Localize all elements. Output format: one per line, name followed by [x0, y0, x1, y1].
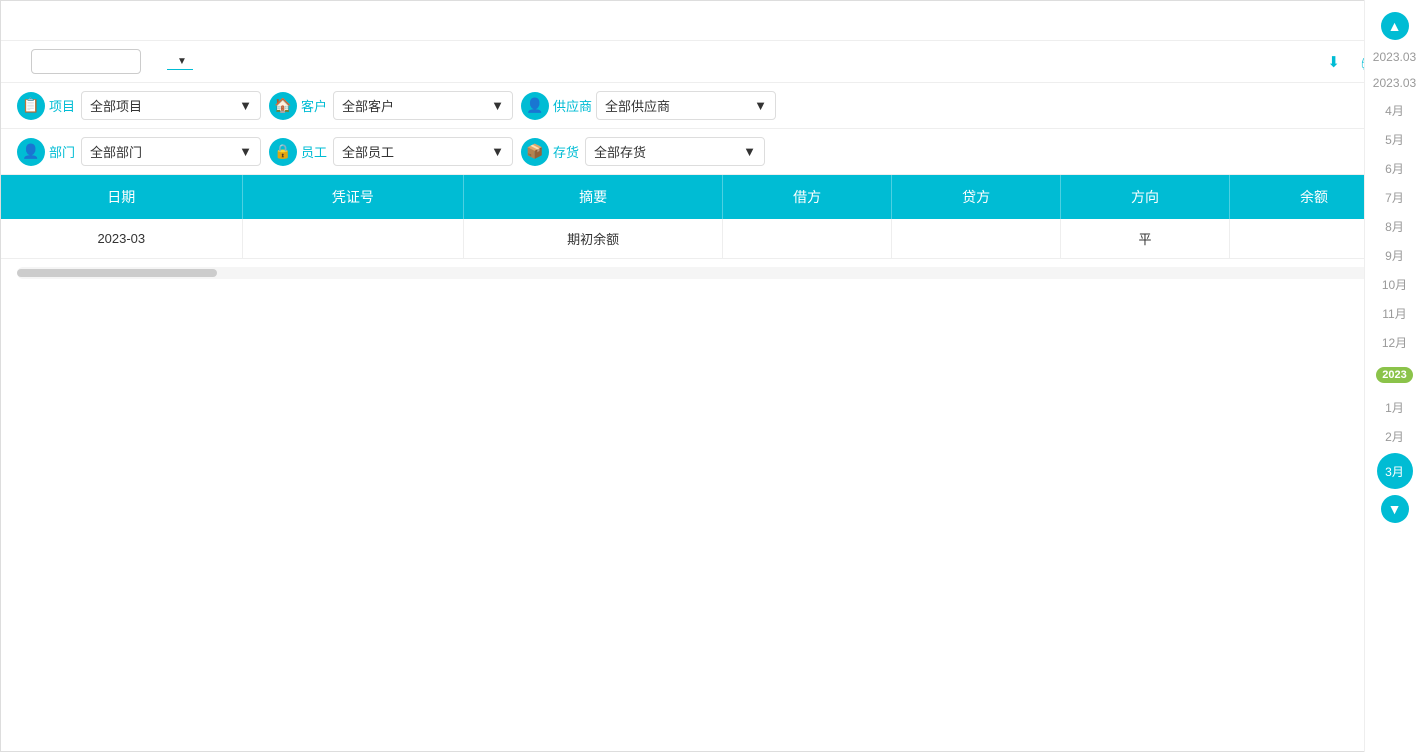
col-header-日期: 日期: [1, 175, 242, 219]
ledger-table: 日期凭证号摘要借方贷方方向余额 2023-03期初余额平: [1, 175, 1399, 259]
show-sub-select[interactable]: ▼: [167, 54, 193, 70]
timeline-month-item[interactable]: 8月: [1365, 212, 1424, 241]
filter-group-customer: 🏠客户全部客户 ▼: [269, 91, 513, 120]
timeline-month-item[interactable]: 5月: [1365, 125, 1424, 154]
department-label: 部门: [49, 142, 77, 161]
timeline-month-item[interactable]: 9月: [1365, 241, 1424, 270]
chevron-down-icon: ▼: [754, 98, 767, 113]
chevron-down-icon: ▼: [743, 144, 756, 159]
department-value: 全部部门: [90, 142, 142, 161]
project-label: 项目: [49, 96, 77, 115]
project-select[interactable]: 全部项目 ▼: [81, 91, 261, 120]
department-select[interactable]: 全部部门 ▼: [81, 137, 261, 166]
next-account-button[interactable]: [147, 60, 155, 64]
col-header-借方: 借方: [723, 175, 892, 219]
project-icon: 📋: [17, 92, 45, 120]
col-header-贷方: 贷方: [892, 175, 1061, 219]
filter-row-1: 📋项目全部项目 ▼ 🏠客户全部客户 ▼ 👤供应商全部供应商 ▼: [1, 83, 1399, 129]
timeline-month-item[interactable]: 1月: [1365, 393, 1424, 422]
customer-select[interactable]: 全部客户 ▼: [333, 91, 513, 120]
supplier-value: 全部供应商: [605, 96, 670, 115]
employee-label: 员工: [301, 142, 329, 161]
customer-icon: 🏠: [269, 92, 297, 120]
cell-direction-0: 平: [1061, 219, 1230, 259]
prev-account-button[interactable]: [17, 60, 25, 64]
inventory-select[interactable]: 全部存货 ▼: [585, 137, 765, 166]
download-button[interactable]: ⬇: [1327, 53, 1344, 71]
chevron-down-icon: ▼: [239, 144, 252, 159]
supplier-select[interactable]: 全部供应商 ▼: [596, 91, 776, 120]
timeline-up-button[interactable]: ▲: [1381, 12, 1409, 40]
toolbar: ▼ ⬇ 🖨: [1, 41, 1399, 83]
title-bar: [1, 1, 1399, 41]
project-value: 全部项目: [90, 96, 142, 115]
employee-icon: 🔒: [269, 138, 297, 166]
filter-group-project: 📋项目全部项目 ▼: [17, 91, 261, 120]
cell-credit-0: [892, 219, 1061, 259]
cell-date-0: 2023-03: [1, 219, 242, 259]
filter-group-department: 👤部门全部部门 ▼: [17, 137, 261, 166]
chevron-down-icon: ▼: [177, 56, 187, 67]
filter-group-inventory: 📦存货全部存货 ▼: [521, 137, 765, 166]
inventory-value: 全部存货: [594, 142, 646, 161]
table-row: 2023-03 期初余额 平: [1, 219, 1399, 259]
chevron-down-icon: ▼: [491, 98, 504, 113]
timeline-month-item[interactable]: 2023.03: [1365, 44, 1424, 70]
timeline-month-item[interactable]: 2月: [1365, 422, 1424, 451]
inventory-label: 存货: [553, 142, 581, 161]
chevron-down-icon: ▼: [491, 144, 504, 159]
supplier-label: 供应商: [553, 96, 592, 115]
cell-summary-0: 期初余额: [464, 219, 723, 259]
department-icon: 👤: [17, 138, 45, 166]
inventory-icon: 📦: [521, 138, 549, 166]
main-window: ▼ ⬇ 🖨 📋项目全部项目▼🏠客户全部客户▼👤供应商全部供应商▼ 👤部门全部部门…: [0, 0, 1400, 752]
timeline-active-item[interactable]: 3月: [1377, 453, 1413, 489]
timeline-month-item[interactable]: 4月: [1365, 96, 1424, 125]
col-header-方向: 方向: [1061, 175, 1230, 219]
filter-group-employee: 🔒员工全部员工 ▼: [269, 137, 513, 166]
chevron-down-icon: ▼: [239, 98, 252, 113]
timeline-panel: ▲ 2023.032023.034月5月6月7月8月9月10月11月12月202…: [1364, 0, 1424, 752]
timeline-month-item[interactable]: 2023.03: [1365, 70, 1424, 96]
timeline-month-item[interactable]: 11月: [1365, 299, 1424, 328]
timeline-month-item[interactable]: 7月: [1365, 183, 1424, 212]
col-header-摘要: 摘要: [464, 175, 723, 219]
scrollbar-thumb: [17, 269, 217, 277]
download-icon: ⬇: [1327, 53, 1340, 71]
timeline-month-item[interactable]: 10月: [1365, 270, 1424, 299]
filter-row-2: 👤部门全部部门 ▼ 🔒员工全部员工 ▼ 📦存货全部存货 ▼: [1, 129, 1399, 175]
year-badge: 2023: [1376, 367, 1412, 383]
employee-value: 全部员工: [342, 142, 394, 161]
employee-select[interactable]: 全部员工 ▼: [333, 137, 513, 166]
customer-value: 全部客户: [342, 96, 394, 115]
horizontal-scrollbar[interactable]: [17, 267, 1383, 279]
account-code-display: [31, 49, 141, 74]
customer-label: 客户: [301, 96, 329, 115]
timeline-month-item[interactable]: 12月: [1365, 328, 1424, 357]
timeline-year-label[interactable]: 2023: [1365, 357, 1424, 393]
filter-group-supplier: 👤供应商全部供应商 ▼: [521, 91, 776, 120]
col-header-凭证号: 凭证号: [242, 175, 464, 219]
cell-debit-0: [723, 219, 892, 259]
supplier-icon: 👤: [521, 92, 549, 120]
cell-voucher-0: [242, 219, 464, 259]
table-scroll-area[interactable]: 日期凭证号摘要借方贷方方向余额 2023-03期初余额平: [1, 175, 1399, 259]
timeline-down-button[interactable]: ▼: [1381, 495, 1409, 523]
timeline-month-item[interactable]: 6月: [1365, 154, 1424, 183]
account-nav: [17, 49, 155, 74]
